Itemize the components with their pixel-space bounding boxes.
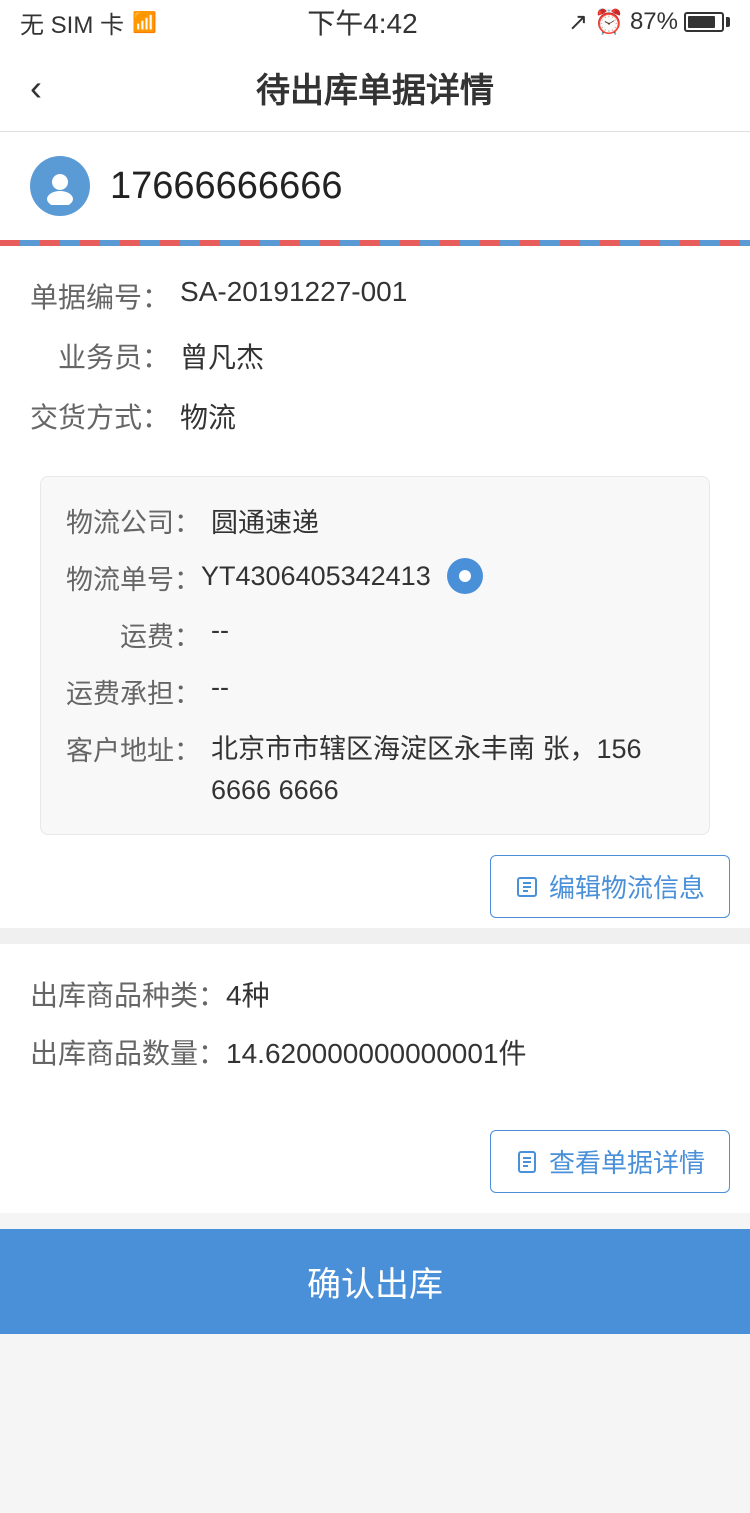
tracking-number: YT4306405342413	[201, 561, 431, 592]
view-detail-button[interactable]: 查看单据详情	[490, 1130, 730, 1193]
salesman-row: 业务员： 曾凡杰	[30, 336, 720, 376]
address-label: 客户地址：	[61, 729, 201, 768]
page-title: 待出库单据详情	[256, 63, 494, 112]
goods-quantity-row: 出库商品数量： 14.620000000000001件	[30, 1032, 720, 1072]
status-left: 无 SIM 卡 📶	[20, 5, 157, 40]
edit-logistics-button[interactable]: 编辑物流信息	[490, 855, 730, 918]
logistics-tracking-row: 物流单号： YT4306405342413	[61, 558, 689, 597]
logistics-section: 物流公司： 圆通速递 物流单号： YT4306405342413 运费： -- …	[40, 476, 710, 835]
freight-bearer-label: 运费承担：	[61, 672, 201, 711]
carrier-label: 无 SIM 卡	[20, 5, 124, 40]
goods-quantity-label: 出库商品数量：	[30, 1032, 226, 1072]
logistics-company-value: 圆通速递	[211, 501, 689, 540]
freight-bearer-row: 运费承担： --	[61, 672, 689, 711]
goods-section: 出库商品种类： 4种 出库商品数量： 14.620000000000001件	[0, 944, 750, 1110]
back-button[interactable]: ‹	[30, 67, 42, 109]
goods-quantity-value: 14.620000000000001件	[226, 1032, 527, 1072]
delivery-label: 交货方式：	[30, 396, 170, 436]
tracking-row: YT4306405342413	[201, 558, 483, 594]
wifi-icon: 📶	[132, 10, 157, 35]
edit-btn-row: 编辑物流信息	[0, 835, 750, 928]
avatar	[30, 156, 90, 216]
freight-row: 运费： --	[61, 615, 689, 654]
freight-bearer-value: --	[211, 672, 689, 703]
logistics-company-row: 物流公司： 圆通速递	[61, 501, 689, 540]
address-value: 北京市市辖区海淀区永丰南 张，156 6666 6666	[211, 729, 689, 810]
document-icon	[515, 1150, 539, 1174]
view-detail-label: 查看单据详情	[549, 1143, 705, 1180]
dashed-divider	[0, 240, 750, 246]
battery-icon	[684, 12, 730, 32]
salesman-value: 曾凡杰	[180, 336, 720, 376]
status-right: ↗ ⏰ 87%	[568, 8, 730, 37]
customer-phone: 17666666666	[110, 165, 342, 208]
freight-value: --	[211, 615, 689, 646]
section-divider	[0, 928, 750, 944]
alarm-icon: ⏰	[594, 8, 624, 37]
doc-number-label: 单据编号：	[30, 276, 170, 316]
confirm-btn-label: 确认出库	[307, 1266, 443, 1304]
goods-types-value: 4种	[226, 974, 270, 1014]
edit-btn-label: 编辑物流信息	[549, 868, 705, 905]
logistics-company-label: 物流公司：	[61, 501, 201, 540]
edit-icon	[515, 875, 539, 899]
freight-label: 运费：	[61, 615, 201, 654]
document-info: 单据编号： SA-20191227-001 业务员： 曾凡杰 交货方式： 物流	[0, 246, 750, 476]
salesman-label: 业务员：	[30, 336, 170, 376]
battery-label: 87%	[630, 8, 678, 36]
location-service-icon: ↗	[568, 8, 588, 37]
delivery-row: 交货方式： 物流	[30, 396, 720, 436]
location-icon[interactable]	[447, 558, 483, 594]
logistics-tracking-label: 物流单号：	[61, 558, 201, 597]
status-time: 下午4:42	[307, 2, 418, 42]
status-bar: 无 SIM 卡 📶 下午4:42 ↗ ⏰ 87%	[0, 0, 750, 44]
view-detail-row: 查看单据详情	[0, 1110, 750, 1213]
delivery-value: 物流	[180, 396, 720, 436]
goods-types-row: 出库商品种类： 4种	[30, 974, 720, 1014]
nav-bar: ‹ 待出库单据详情	[0, 44, 750, 132]
customer-header: 17666666666	[0, 132, 750, 240]
address-row: 客户地址： 北京市市辖区海淀区永丰南 张，156 6666 6666	[61, 729, 689, 810]
doc-number-row: 单据编号： SA-20191227-001	[30, 276, 720, 316]
goods-types-label: 出库商品种类：	[30, 974, 226, 1014]
confirm-button[interactable]: 确认出库	[0, 1229, 750, 1334]
doc-number-value: SA-20191227-001	[180, 276, 720, 308]
